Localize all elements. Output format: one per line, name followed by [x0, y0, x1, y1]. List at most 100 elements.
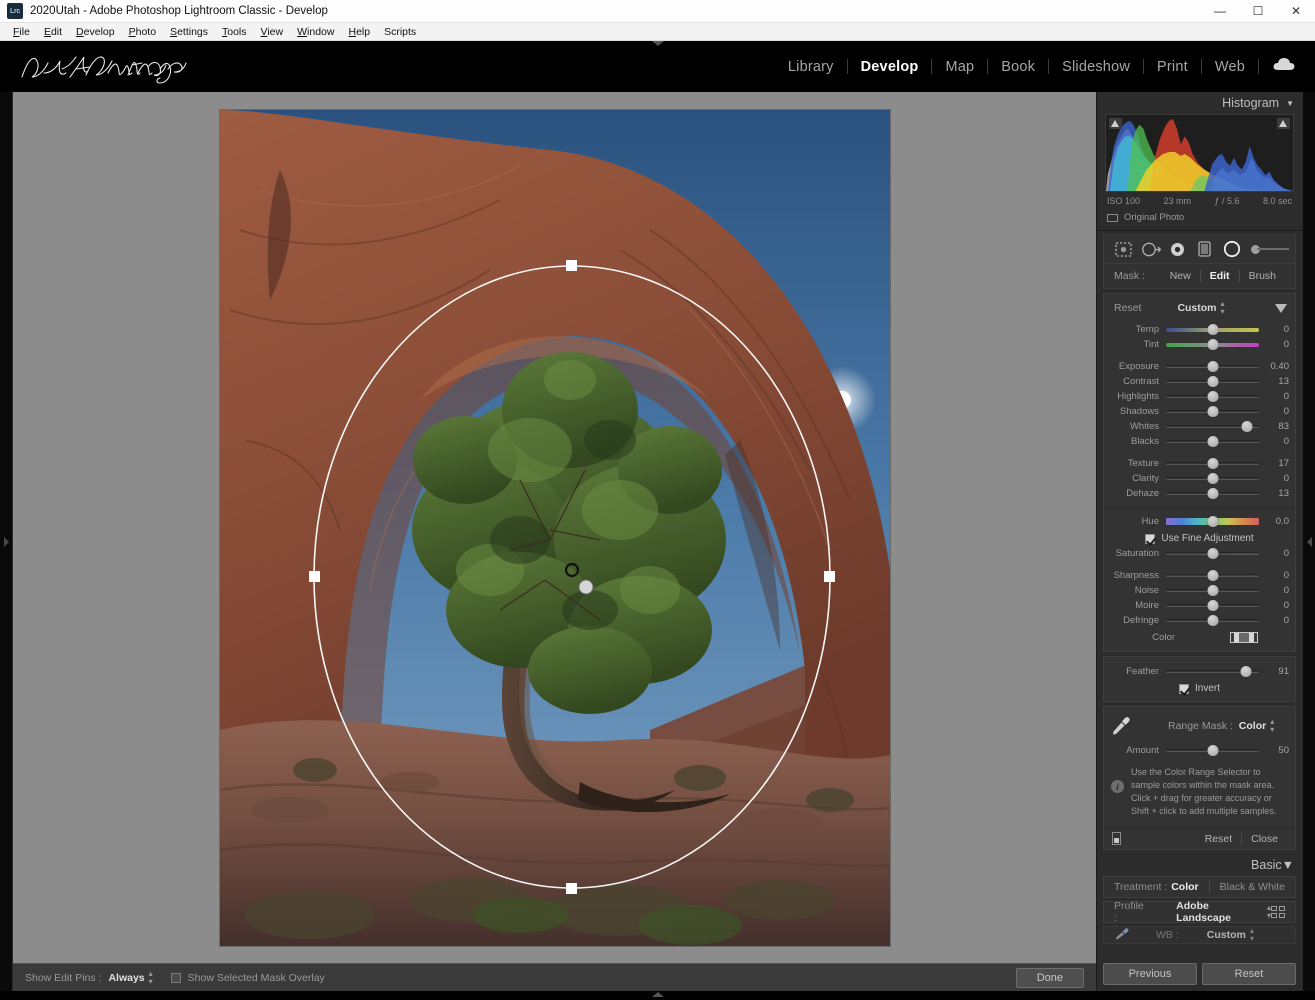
slider-track[interactable] [1166, 516, 1259, 527]
slider-track[interactable] [1166, 361, 1259, 372]
preset-value[interactable]: Custom [1177, 302, 1216, 314]
slider-row-clarity[interactable]: Clarity 0 [1104, 471, 1295, 486]
slider-track[interactable] [1166, 324, 1259, 335]
healing-brush-icon[interactable] [1137, 238, 1164, 260]
module-web[interactable]: Web [1202, 59, 1258, 75]
right-panel-toggle[interactable] [1302, 92, 1315, 991]
menu-photo[interactable]: Photo [122, 23, 163, 41]
slider-row-highlights[interactable]: Highlights 0 [1104, 389, 1295, 404]
slider-track[interactable] [1166, 436, 1259, 447]
chevron-updown-icon[interactable]: ▴ ▾ [1270, 718, 1274, 734]
slider-row-amount[interactable]: Amount 50 [1104, 743, 1295, 758]
info-icon[interactable]: i [1111, 780, 1124, 793]
profile-browser-icon[interactable] [1271, 906, 1285, 919]
menu-window[interactable]: Window [290, 23, 341, 41]
done-button[interactable]: Done [1015, 967, 1084, 988]
original-photo-toggle[interactable]: Original Photo [1105, 206, 1294, 230]
module-print[interactable]: Print [1144, 59, 1201, 75]
slider-track[interactable] [1166, 570, 1259, 581]
graduated-filter-icon[interactable] [1191, 238, 1218, 260]
slider-track[interactable] [1166, 666, 1259, 677]
slider-row-dehaze[interactable]: Dehaze 13 [1104, 486, 1295, 501]
menu-tools[interactable]: Tools [215, 23, 254, 41]
slider-row-feather[interactable]: Feather 91 [1104, 664, 1295, 679]
slider-track[interactable] [1166, 421, 1259, 432]
reset-link[interactable]: Reset [1114, 302, 1141, 314]
wb-value[interactable]: Custom [1207, 929, 1246, 941]
slider-row-temp[interactable]: Temp 0 [1104, 322, 1295, 337]
slider-track[interactable] [1166, 339, 1259, 350]
menu-file[interactable]: File [6, 23, 37, 41]
cloud-sync-icon[interactable] [1259, 57, 1301, 76]
range-mask-close-button[interactable]: Close [1242, 833, 1287, 845]
mask-brush-button[interactable]: Brush [1240, 270, 1285, 282]
treatment-bw-button[interactable]: Black & White [1208, 881, 1285, 894]
show-edit-pins-value[interactable]: Always [108, 972, 144, 984]
slider-row-moire[interactable]: Moire 0 [1104, 598, 1295, 613]
slider-row-saturation[interactable]: Saturation 0 [1104, 546, 1295, 561]
slider-row-hue[interactable]: Hue 0.0 [1104, 514, 1295, 529]
module-develop[interactable]: Develop [848, 59, 932, 75]
slider-track[interactable] [1166, 406, 1259, 417]
slider-row-exposure[interactable]: Exposure 0.40 [1104, 359, 1295, 374]
chevron-down-icon[interactable]: ▼ [1286, 99, 1294, 108]
shadow-clipping-button[interactable] [1109, 118, 1122, 129]
menu-help[interactable]: Help [341, 23, 377, 41]
menu-edit[interactable]: Edit [37, 23, 69, 41]
highlight-clipping-button[interactable] [1277, 118, 1290, 129]
mask-new-button[interactable]: New [1161, 270, 1200, 282]
chevron-down-icon[interactable]: ▼ [1282, 858, 1294, 872]
slider-row-contrast[interactable]: Contrast 13 [1104, 374, 1295, 389]
menu-develop[interactable]: Develop [69, 23, 122, 41]
slider-row-noise[interactable]: Noise 0 [1104, 583, 1295, 598]
basic-panel-header[interactable]: Basic ▼ [1097, 854, 1302, 876]
range-mask-value[interactable]: Color [1239, 720, 1266, 732]
slider-row-shadows[interactable]: Shadows 0 [1104, 404, 1295, 419]
slider-track[interactable] [1166, 458, 1259, 469]
module-slideshow[interactable]: Slideshow [1049, 59, 1143, 75]
histogram-chart[interactable] [1105, 114, 1294, 192]
left-panel-toggle[interactable] [0, 92, 13, 991]
identity-plate[interactable] [14, 47, 194, 87]
slider-row-defringe[interactable]: Defringe 0 [1104, 613, 1295, 628]
range-mask-reset-button[interactable]: Reset [1196, 833, 1241, 845]
brush-circle-icon[interactable] [1218, 238, 1245, 260]
mask-edit-button[interactable]: Edit [1201, 270, 1239, 282]
use-fine-adjustment-checkbox[interactable] [1145, 533, 1156, 544]
selection-marquee-icon[interactable] [1110, 238, 1137, 260]
slider-row-blacks[interactable]: Blacks 0 [1104, 434, 1295, 449]
histogram-header[interactable]: Histogram ▼ [1097, 92, 1302, 114]
treatment-color-button[interactable]: Color [1171, 881, 1208, 893]
color-swatch[interactable] [1230, 632, 1258, 643]
menu-view[interactable]: View [254, 23, 291, 41]
maximize-button[interactable]: ☐ [1239, 0, 1277, 23]
use-fine-adjustment-row[interactable]: Use Fine Adjustment [1104, 529, 1295, 546]
previous-button[interactable]: Previous [1103, 963, 1197, 985]
filmstrip-toggle-bar[interactable] [0, 991, 1315, 1000]
slider-row-tint[interactable]: Tint 0 [1104, 337, 1295, 352]
chevron-updown-icon[interactable]: ▴ ▾ [1250, 927, 1254, 943]
slider-row-whites[interactable]: Whites 83 [1104, 419, 1295, 434]
module-book[interactable]: Book [988, 59, 1048, 75]
slider-row-sharpness[interactable]: Sharpness 0 [1104, 568, 1295, 583]
toggle-switch-icon[interactable] [1112, 832, 1121, 846]
slider-track[interactable] [1166, 548, 1259, 559]
chevron-up-icon[interactable] [651, 992, 664, 997]
chevron-updown-icon[interactable]: ▴ ▾ [149, 969, 153, 986]
chevron-updown-icon[interactable]: ▴ ▾ [1221, 300, 1225, 316]
slider-track[interactable] [1166, 600, 1259, 611]
profile-value[interactable]: Adobe Landscape [1176, 900, 1263, 924]
white-balance-eyedropper-icon[interactable] [1114, 927, 1130, 943]
invert-row[interactable]: Invert [1104, 679, 1295, 696]
radial-filter-icon[interactable] [1164, 238, 1191, 260]
show-mask-overlay-checkbox[interactable] [170, 972, 181, 983]
filter-funnel-icon[interactable] [1275, 303, 1287, 313]
module-map[interactable]: Map [932, 59, 987, 75]
photo-preview[interactable] [219, 109, 890, 946]
slider-track[interactable] [1166, 585, 1259, 596]
slider-track[interactable] [1166, 473, 1259, 484]
invert-checkbox[interactable] [1178, 683, 1189, 694]
top-panel-toggle[interactable] [651, 41, 664, 46]
close-button[interactable]: ✕ [1277, 0, 1315, 23]
brush-size-slider[interactable] [1251, 244, 1289, 254]
